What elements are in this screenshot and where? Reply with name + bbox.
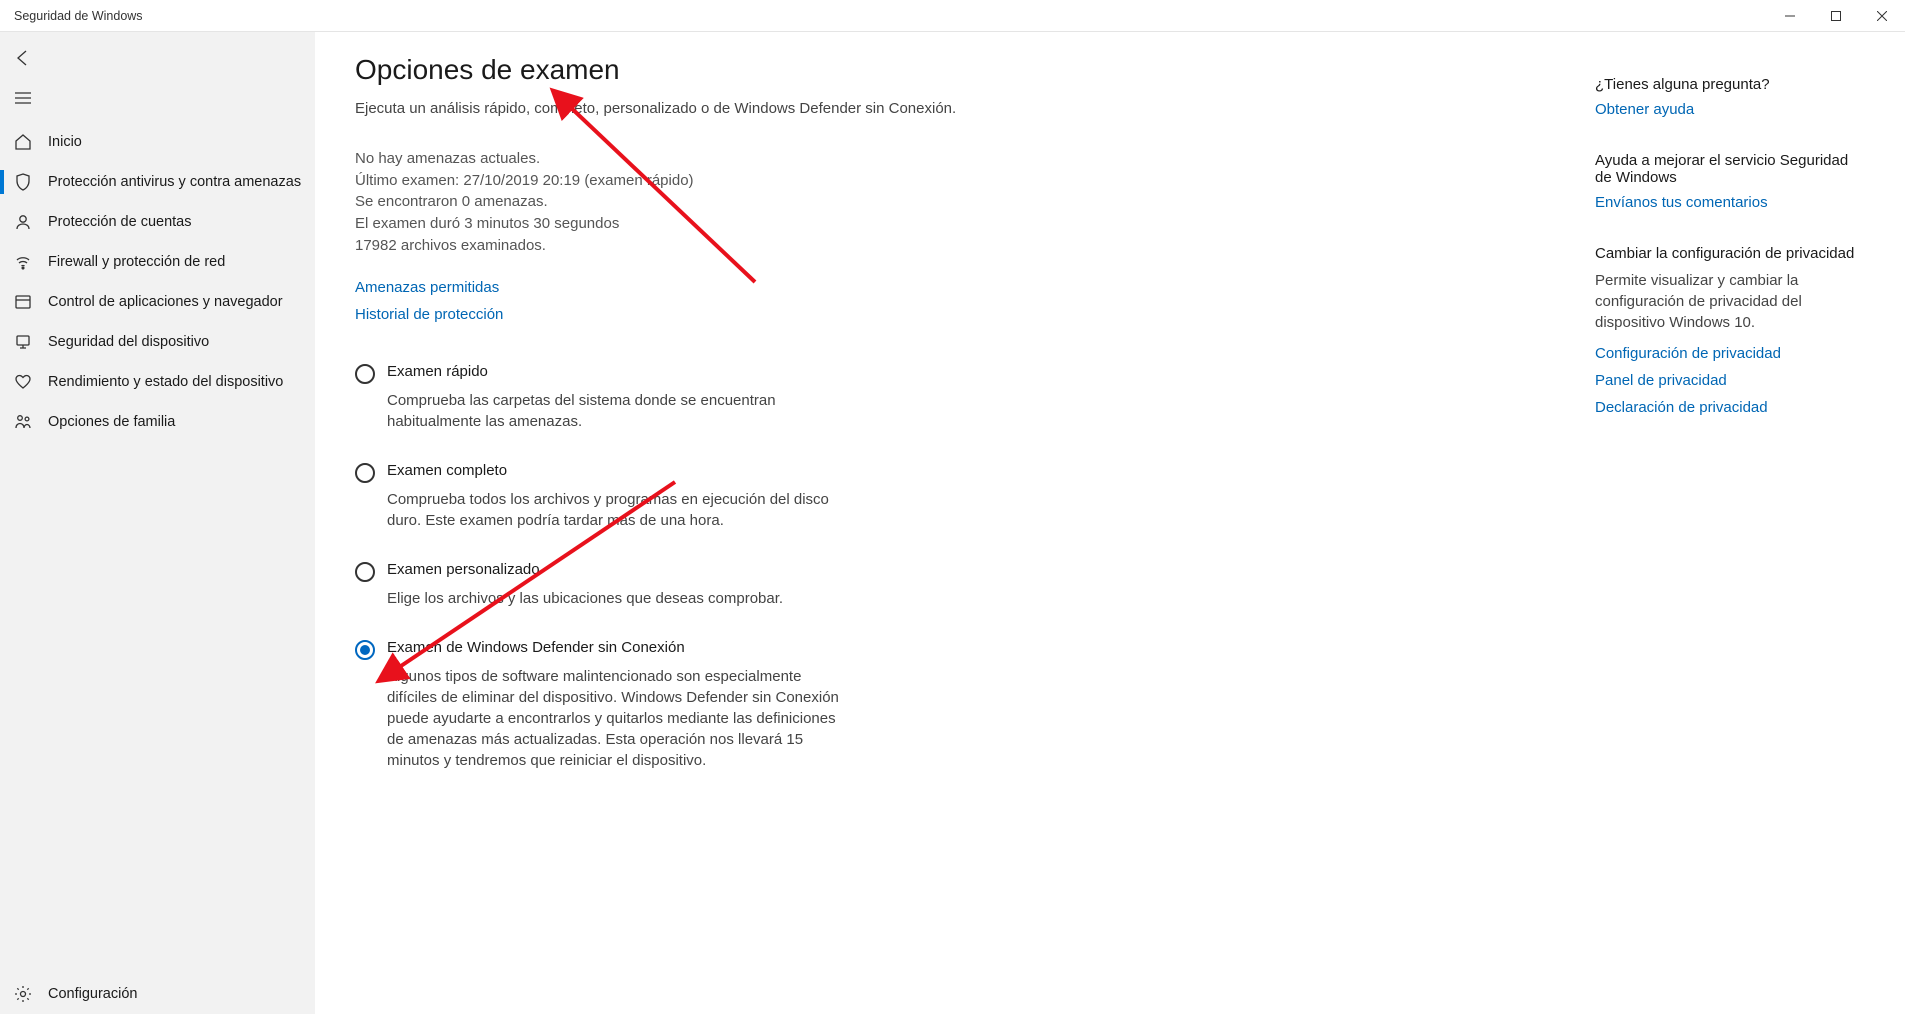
scan-option-title: Examen completo (387, 462, 847, 479)
network-icon (14, 253, 32, 271)
window-title: Seguridad de Windows (14, 9, 143, 23)
sidebar-item-label: Rendimiento y estado del dispositivo (48, 374, 283, 390)
window-controls (1767, 0, 1905, 32)
minimize-button[interactable] (1767, 0, 1813, 32)
sidebar-item-account[interactable]: Protección de cuentas (0, 202, 315, 242)
device-security-icon (14, 333, 32, 351)
sidebar-item-label: Seguridad del dispositivo (48, 334, 209, 350)
radio-button[interactable] (355, 562, 375, 582)
radio-button[interactable] (355, 640, 375, 660)
family-icon (14, 413, 32, 431)
main-content: Opciones de examen Ejecuta un análisis r… (315, 32, 1905, 1014)
account-icon (14, 213, 32, 231)
sidebar-item-label: Control de aplicaciones y navegador (48, 294, 283, 310)
scan-option-custom[interactable]: Examen personalizado Elige los archivos … (355, 561, 965, 609)
scan-option-desc: Comprueba todos los archivos y programas… (387, 489, 847, 531)
help-question-title: ¿Tienes alguna pregunta? (1595, 76, 1865, 93)
get-help-link[interactable]: Obtener ayuda (1595, 101, 1865, 118)
titlebar: Seguridad de Windows (0, 0, 1905, 32)
help-improve-title: Ayuda a mejorar el servicio Seguridad de… (1595, 152, 1865, 186)
sidebar-item-home[interactable]: Inicio (0, 122, 315, 162)
page-subtitle: Ejecuta un análisis rápido, completo, pe… (355, 98, 965, 120)
close-button[interactable] (1859, 0, 1905, 32)
status-found: Se encontraron 0 amenazas. (355, 191, 965, 213)
sidebar-item-label: Inicio (48, 134, 82, 150)
scan-option-desc: Elige los archivos y las ubicaciones que… (387, 588, 783, 609)
sidebar-item-devicesec[interactable]: Seguridad del dispositivo (0, 322, 315, 362)
app-browser-icon (14, 293, 32, 311)
sidebar-item-label: Configuración (48, 986, 137, 1002)
sidebar-item-label: Firewall y protección de red (48, 254, 225, 270)
shield-icon (14, 173, 32, 191)
page-title: Opciones de examen (355, 54, 965, 86)
help-panel: ¿Tienes alguna pregunta? Obtener ayuda A… (1595, 54, 1865, 994)
sidebar-item-label: Protección antivirus y contra amenazas (48, 174, 301, 190)
gear-icon (14, 985, 32, 1003)
protection-history-link[interactable]: Historial de protección (355, 306, 965, 323)
scan-option-title: Examen personalizado (387, 561, 783, 578)
scan-option-title: Examen de Windows Defender sin Conexión (387, 639, 847, 656)
sidebar-item-settings[interactable]: Configuración (0, 974, 315, 1014)
scan-option-desc: Comprueba las carpetas del sistema donde… (387, 390, 847, 432)
scan-option-offline[interactable]: Examen de Windows Defender sin Conexión … (355, 639, 965, 771)
radio-button[interactable] (355, 364, 375, 384)
back-button[interactable] (0, 38, 315, 78)
privacy-panel-link[interactable]: Panel de privacidad (1595, 372, 1865, 389)
scan-status: No hay amenazas actuales. Último examen:… (355, 148, 965, 257)
home-icon (14, 133, 32, 151)
status-duration: El examen duró 3 minutos 30 segundos (355, 213, 965, 235)
status-files: 17982 archivos examinados. (355, 235, 965, 257)
hamburger-icon (14, 89, 32, 107)
sidebar-item-firewall[interactable]: Firewall y protección de red (0, 242, 315, 282)
sidebar-item-performance[interactable]: Rendimiento y estado del dispositivo (0, 362, 315, 402)
sidebar-item-family[interactable]: Opciones de familia (0, 402, 315, 442)
sidebar-item-appbrowser[interactable]: Control de aplicaciones y navegador (0, 282, 315, 322)
privacy-declaration-link[interactable]: Declaración de privacidad (1595, 399, 1865, 416)
sidebar-item-label: Protección de cuentas (48, 214, 191, 230)
radio-button[interactable] (355, 463, 375, 483)
status-no-threats: No hay amenazas actuales. (355, 148, 965, 170)
scan-option-title: Examen rápido (387, 363, 847, 380)
sidebar-item-virus[interactable]: Protección antivirus y contra amenazas (0, 162, 315, 202)
back-arrow-icon (14, 49, 32, 67)
sidebar-item-label: Opciones de familia (48, 414, 175, 430)
status-last-scan: Último examen: 27/10/2019 20:19 (examen … (355, 170, 965, 192)
scan-option-full[interactable]: Examen completo Comprueba todos los arch… (355, 462, 965, 531)
scan-option-quick[interactable]: Examen rápido Comprueba las carpetas del… (355, 363, 965, 432)
maximize-button[interactable] (1813, 0, 1859, 32)
privacy-settings-link[interactable]: Configuración de privacidad (1595, 345, 1865, 362)
feedback-link[interactable]: Envíanos tus comentarios (1595, 194, 1865, 211)
scan-option-desc: Algunos tipos de software malintencionad… (387, 666, 847, 771)
hamburger-button[interactable] (0, 78, 315, 118)
heart-icon (14, 373, 32, 391)
sidebar: Inicio Protección antivirus y contra ame… (0, 32, 315, 1014)
scan-options-list: Examen rápido Comprueba las carpetas del… (355, 363, 965, 771)
help-privacy-text: Permite visualizar y cambiar la configur… (1595, 270, 1865, 333)
allowed-threats-link[interactable]: Amenazas permitidas (355, 279, 965, 296)
help-privacy-title: Cambiar la configuración de privacidad (1595, 245, 1865, 262)
